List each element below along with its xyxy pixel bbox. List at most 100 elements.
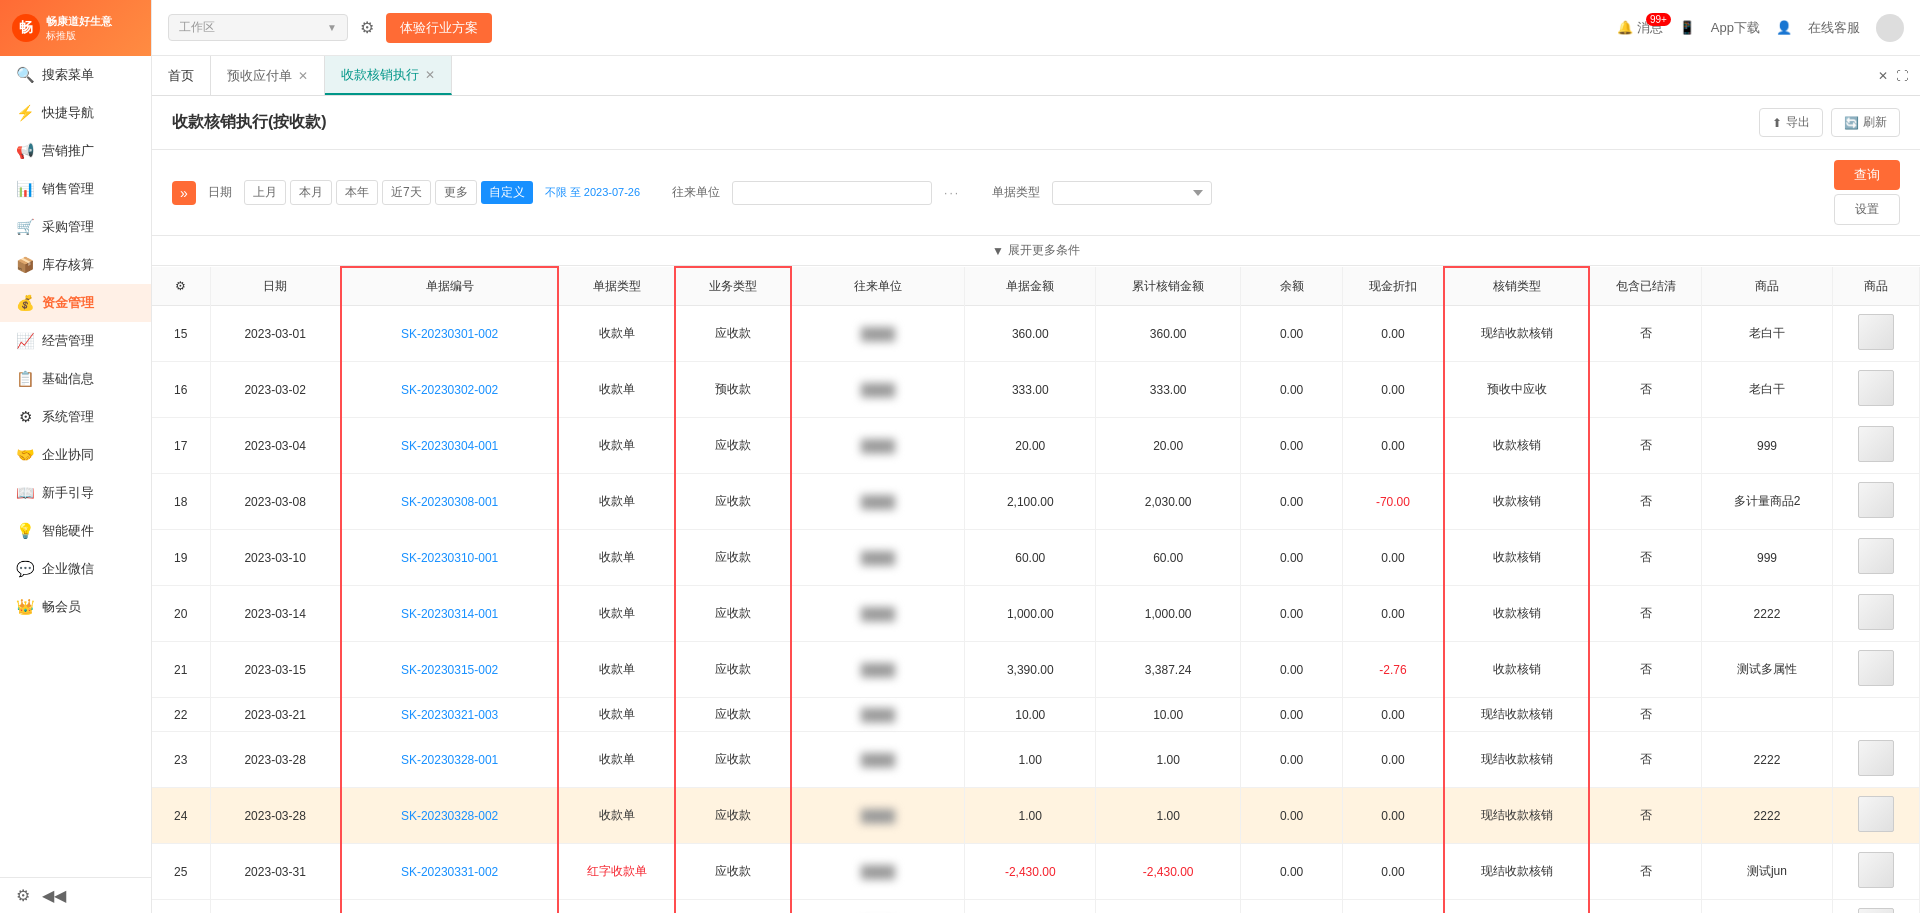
date-btn-this-year[interactable]: 本年: [336, 180, 378, 205]
cell-partner: ████: [791, 642, 965, 698]
table-row[interactable]: 22 2023-03-21 SK-20230321-003 收款单 应收款 ██…: [152, 698, 1920, 732]
col-settings[interactable]: ⚙: [152, 267, 210, 306]
tab-预收应付单[interactable]: 预收应付单✕: [211, 56, 325, 95]
table-row[interactable]: 21 2023-03-15 SK-20230315-002 收款单 应收款 ██…: [152, 642, 1920, 698]
sidebar-item-企业微信[interactable]: 💬企业微信: [0, 550, 151, 588]
cell-order-no: SK-20230403-002: [341, 900, 559, 914]
sidebar: 畅 畅康道好生意 标推版 🔍搜索菜单⚡快捷导航📢营销推广📊销售管理🛒采购管理📦库…: [0, 0, 152, 913]
col-biz-type: 业务类型: [675, 267, 791, 306]
col-order-no: 单据编号: [341, 267, 559, 306]
cell-verify-type: 预收中应收: [1444, 362, 1589, 418]
cell-balance: 0.00: [1241, 844, 1343, 900]
cell-balance: 0.00: [1241, 306, 1343, 362]
expand-conditions-button[interactable]: ▼ 展开更多条件: [992, 242, 1080, 259]
tab-首页[interactable]: 首页: [152, 56, 211, 95]
settings-icon[interactable]: ⚙: [16, 886, 30, 905]
cell-no: 15: [152, 306, 210, 362]
sidebar-icon: 📢: [16, 142, 34, 160]
workspace-selector[interactable]: 工作区 ▼: [168, 14, 348, 41]
cell-date: 2023-03-14: [210, 586, 341, 642]
tab-close-icon[interactable]: ✕: [425, 68, 435, 82]
order-no-link[interactable]: SK-20230328-002: [401, 809, 498, 823]
table-row[interactable]: 19 2023-03-10 SK-20230310-001 收款单 应收款 ██…: [152, 530, 1920, 586]
sidebar-item-资金管理[interactable]: 💰资金管理: [0, 284, 151, 322]
cell-discount: 0.00: [1342, 900, 1444, 914]
user-avatar[interactable]: [1876, 14, 1904, 42]
query-button[interactable]: 查询: [1834, 160, 1900, 190]
sidebar-item-新手引导[interactable]: 📖新手引导: [0, 474, 151, 512]
cell-settled: 否: [1589, 642, 1702, 698]
table-row[interactable]: 17 2023-03-04 SK-20230304-001 收款单 应收款 ██…: [152, 418, 1920, 474]
cell-discount: 0.00: [1342, 586, 1444, 642]
sidebar-item-基础信息[interactable]: 📋基础信息: [0, 360, 151, 398]
cell-product-img: [1832, 362, 1919, 418]
col-verified-amount: 累计核销金额: [1096, 267, 1241, 306]
cell-balance: 0.00: [1241, 732, 1343, 788]
date-btn-7days[interactable]: 近7天: [382, 180, 431, 205]
cell-verify-type: 现结收款核销: [1444, 306, 1589, 362]
sidebar-item-搜索菜单[interactable]: 🔍搜索菜单: [0, 56, 151, 94]
sidebar-item-库存核算[interactable]: 📦库存核算: [0, 246, 151, 284]
sidebar-item-企业协同[interactable]: 🤝企业协同: [0, 436, 151, 474]
order-no-link[interactable]: SK-20230302-002: [401, 383, 498, 397]
online-service-link[interactable]: 在线客服: [1808, 19, 1860, 37]
cell-verified: 60.00: [1096, 530, 1241, 586]
cell-verify-type: 收款核销: [1444, 530, 1589, 586]
order-no-link[interactable]: SK-20230304-001: [401, 439, 498, 453]
date-btn-this-month[interactable]: 本月: [290, 180, 332, 205]
maximize-icon[interactable]: ⛶: [1896, 69, 1908, 83]
app-download-link[interactable]: App下载: [1711, 19, 1760, 37]
sidebar-item-系统管理[interactable]: ⚙系统管理: [0, 398, 151, 436]
tab-收款核销执行[interactable]: 收款核销执行✕: [325, 56, 452, 95]
order-no-link[interactable]: SK-20230308-001: [401, 495, 498, 509]
sidebar-item-销售管理[interactable]: 📊销售管理: [0, 170, 151, 208]
sidebar-icon: 📦: [16, 256, 34, 274]
date-custom-button[interactable]: 自定义: [481, 181, 533, 204]
sidebar-item-label: 系统管理: [42, 408, 94, 426]
sidebar-item-快捷导航[interactable]: ⚡快捷导航: [0, 94, 151, 132]
export-button[interactable]: ⬆ 导出: [1759, 108, 1823, 137]
table-row[interactable]: 15 2023-03-01 SK-20230301-002 收款单 应收款 ██…: [152, 306, 1920, 362]
cell-product-img: [1832, 732, 1919, 788]
date-btn-last-month[interactable]: 上月: [244, 180, 286, 205]
order-no-link[interactable]: SK-20230315-002: [401, 663, 498, 677]
sidebar-item-智能硬件[interactable]: 💡智能硬件: [0, 512, 151, 550]
order-no-link[interactable]: SK-20230331-002: [401, 865, 498, 879]
table-row[interactable]: 18 2023-03-08 SK-20230308-001 收款单 应收款 ██…: [152, 474, 1920, 530]
sidebar-item-营销推广[interactable]: 📢营销推广: [0, 132, 151, 170]
settings-gear-icon[interactable]: ⚙: [360, 18, 374, 37]
setting-button[interactable]: 设置: [1834, 194, 1900, 225]
table-row[interactable]: 20 2023-03-14 SK-20230314-001 收款单 应收款 ██…: [152, 586, 1920, 642]
order-no-link[interactable]: SK-20230301-002: [401, 327, 498, 341]
order-no-link[interactable]: SK-20230314-001: [401, 607, 498, 621]
sidebar-item-经营管理[interactable]: 📈经营管理: [0, 322, 151, 360]
table-row[interactable]: 16 2023-03-02 SK-20230302-002 收款单 预收款 ██…: [152, 362, 1920, 418]
table-row[interactable]: 26 2023-04-03 SK-20230403-002 收款单 预收款 ██…: [152, 900, 1920, 914]
cell-verify-type: 预收款核销: [1444, 900, 1589, 914]
date-btn-more[interactable]: 更多: [435, 180, 477, 205]
product-image: [1858, 538, 1894, 574]
filter-toggle-button[interactable]: »: [172, 181, 196, 205]
sidebar-item-采购管理[interactable]: 🛒采购管理: [0, 208, 151, 246]
cell-no: 24: [152, 788, 210, 844]
tab-close-icon[interactable]: ✕: [298, 69, 308, 83]
industry-solution-button[interactable]: 体验行业方案: [386, 13, 492, 43]
cell-receipt-type: 收款单: [558, 474, 674, 530]
close-tab-icon[interactable]: ✕: [1878, 69, 1888, 83]
table-row[interactable]: 25 2023-03-31 SK-20230331-002 红字收款单 应收款 …: [152, 844, 1920, 900]
message-badge[interactable]: 🔔 消息 99+: [1617, 19, 1663, 37]
table-row[interactable]: 23 2023-03-28 SK-20230328-001 收款单 应收款 ██…: [152, 732, 1920, 788]
collapse-icon[interactable]: ◀◀: [42, 886, 66, 905]
cell-biz-type: 应收款: [675, 732, 791, 788]
sidebar-item-畅会员[interactable]: 👑畅会员: [0, 588, 151, 626]
order-no-link[interactable]: SK-20230310-001: [401, 551, 498, 565]
refresh-button[interactable]: 🔄 刷新: [1831, 108, 1900, 137]
page-actions: ⬆ 导出 🔄 刷新: [1759, 108, 1900, 137]
partner-input[interactable]: [732, 181, 932, 205]
cell-receipt-type: 收款单: [558, 306, 674, 362]
more-filters-dots[interactable]: ···: [944, 186, 960, 200]
receipt-type-select[interactable]: [1052, 181, 1212, 205]
order-no-link[interactable]: SK-20230321-003: [401, 708, 498, 722]
table-row[interactable]: 24 2023-03-28 SK-20230328-002 收款单 应收款 ██…: [152, 788, 1920, 844]
order-no-link[interactable]: SK-20230328-001: [401, 753, 498, 767]
